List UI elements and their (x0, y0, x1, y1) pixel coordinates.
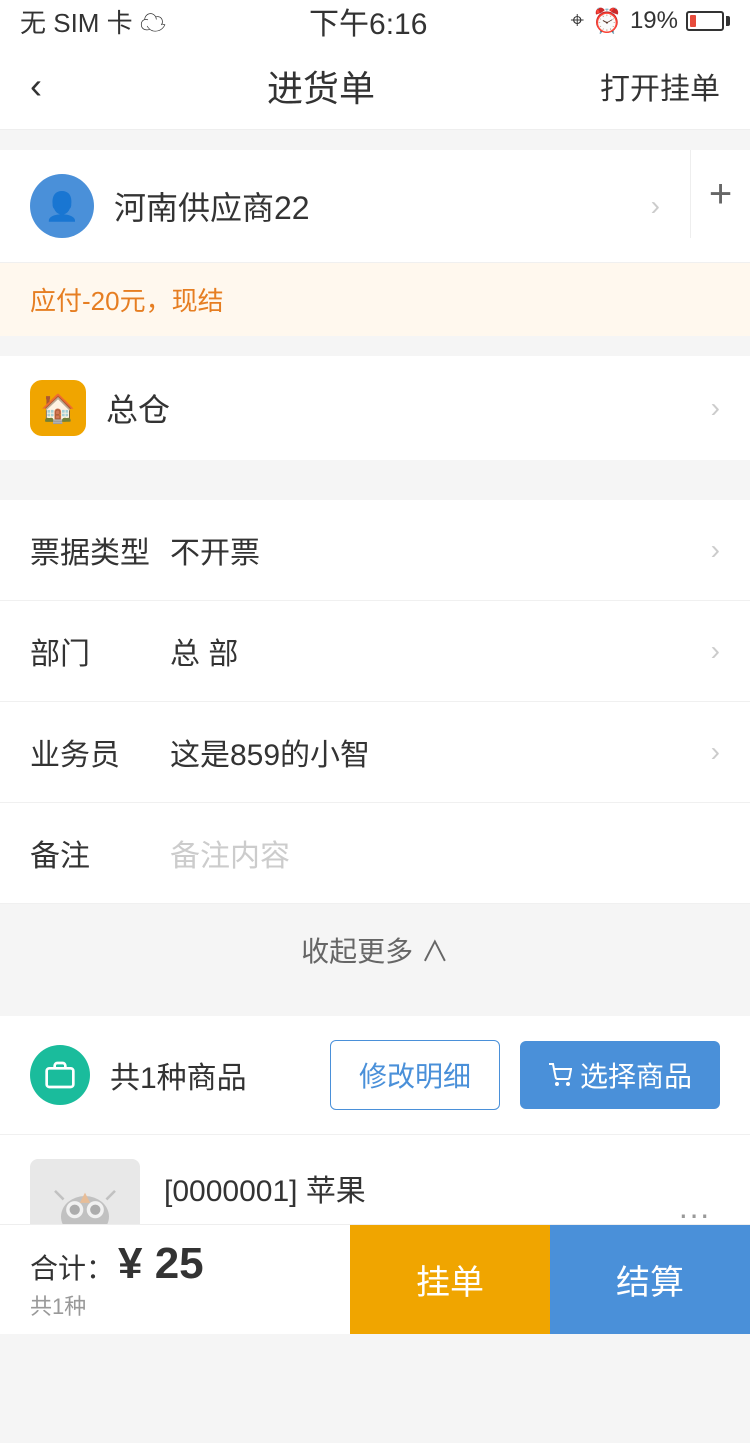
warehouse-name: 总仓 (106, 385, 711, 431)
total-sub: 共1种 (30, 1289, 320, 1321)
warehouse-row[interactable]: 🏠 总仓 › (0, 356, 750, 460)
collapse-button[interactable]: 收起更多 ∧ (0, 904, 750, 996)
salesperson-chevron-icon: › (711, 736, 720, 768)
salesperson-label: 业务员 (30, 730, 170, 774)
supplier-chevron-icon: › (651, 190, 660, 222)
salesperson-value: 这是859的小智 (170, 730, 711, 774)
footer: 合计： ¥ 25 共1种 挂单 结算 (0, 1224, 750, 1334)
alarm-icon: ⏰ (592, 7, 622, 36)
product-bag-icon (30, 1045, 90, 1105)
gap-1 (0, 130, 750, 150)
hang-button[interactable]: 挂单 (350, 1225, 550, 1334)
status-time: 下午6:16 (309, 0, 427, 43)
warehouse-chevron-icon: › (711, 392, 720, 424)
warehouse-icon: 🏠 (30, 380, 86, 436)
back-button[interactable]: ‹ (30, 65, 42, 107)
select-product-label: 选择商品 (580, 1055, 692, 1095)
page-title: 进货单 (267, 60, 375, 112)
supplier-name: 河南供应商22 (114, 183, 651, 229)
cart-icon (548, 1063, 572, 1087)
avatar-icon: 👤 (45, 190, 80, 223)
supplier-section: 👤 河南供应商22 › + 应付-20元，现结 (0, 150, 750, 336)
invoice-chevron-icon: › (711, 534, 720, 566)
remark-row[interactable]: 备注 备注内容 (0, 803, 750, 904)
salesperson-row[interactable]: 业务员 这是859的小智 › (0, 702, 750, 803)
invoice-type-row[interactable]: 票据类型 不开票 › (0, 500, 750, 601)
select-product-button[interactable]: 选择商品 (520, 1041, 720, 1109)
footer-total-area: 合计： ¥ 25 共1种 (0, 1225, 350, 1334)
sim-status: 无 SIM 卡 ☁ (20, 3, 166, 40)
status-bar: 无 SIM 卡 ☁ 下午6:16 ⌖ ⏰ 19% (0, 0, 750, 42)
product-count-label: 共1种商品 (110, 1053, 310, 1097)
department-row[interactable]: 部门 总 部 › (0, 601, 750, 702)
battery-icon (686, 11, 730, 31)
edit-detail-button[interactable]: 修改明细 (330, 1040, 500, 1110)
add-supplier-button[interactable]: + (690, 150, 750, 238)
settle-button[interactable]: 结算 (550, 1225, 750, 1334)
supplier-avatar: 👤 (30, 174, 94, 238)
status-left: 无 SIM 卡 ☁ (20, 3, 166, 40)
department-chevron-icon: › (711, 635, 720, 667)
open-pending-button[interactable]: 打开挂单 (600, 64, 720, 108)
product-name: [0000001] 苹果 (164, 1166, 644, 1210)
gap-3 (0, 460, 750, 480)
location-icon: ⌖ (571, 7, 585, 35)
footer-placeholder (0, 1333, 750, 1443)
warehouse-section: 🏠 总仓 › (0, 356, 750, 460)
status-right: ⌖ ⏰ 19% (571, 7, 730, 36)
remark-label: 备注 (30, 831, 170, 875)
invoice-type-value: 不开票 (170, 528, 711, 572)
supplier-alert: 应付-20元，现结 (0, 263, 750, 336)
product-header: 共1种商品 修改明细 选择商品 (0, 1016, 750, 1134)
department-value: 总 部 (170, 629, 711, 673)
department-label: 部门 (30, 629, 170, 673)
supplier-row[interactable]: 👤 河南供应商22 › (0, 150, 690, 262)
gap-2 (0, 336, 750, 356)
invoice-type-label: 票据类型 (30, 528, 170, 572)
total-amount: ¥ 25 (118, 1239, 204, 1289)
gap-4 (0, 996, 750, 1016)
remark-placeholder: 备注内容 (170, 831, 720, 875)
nav-bar: ‹ 进货单 打开挂单 (0, 42, 750, 130)
form-section: 票据类型 不开票 › 部门 总 部 › 业务员 这是859的小智 › 备注 备注… (0, 500, 750, 904)
total-label: 合计： (30, 1247, 114, 1287)
battery-percent: 19% (630, 7, 678, 35)
